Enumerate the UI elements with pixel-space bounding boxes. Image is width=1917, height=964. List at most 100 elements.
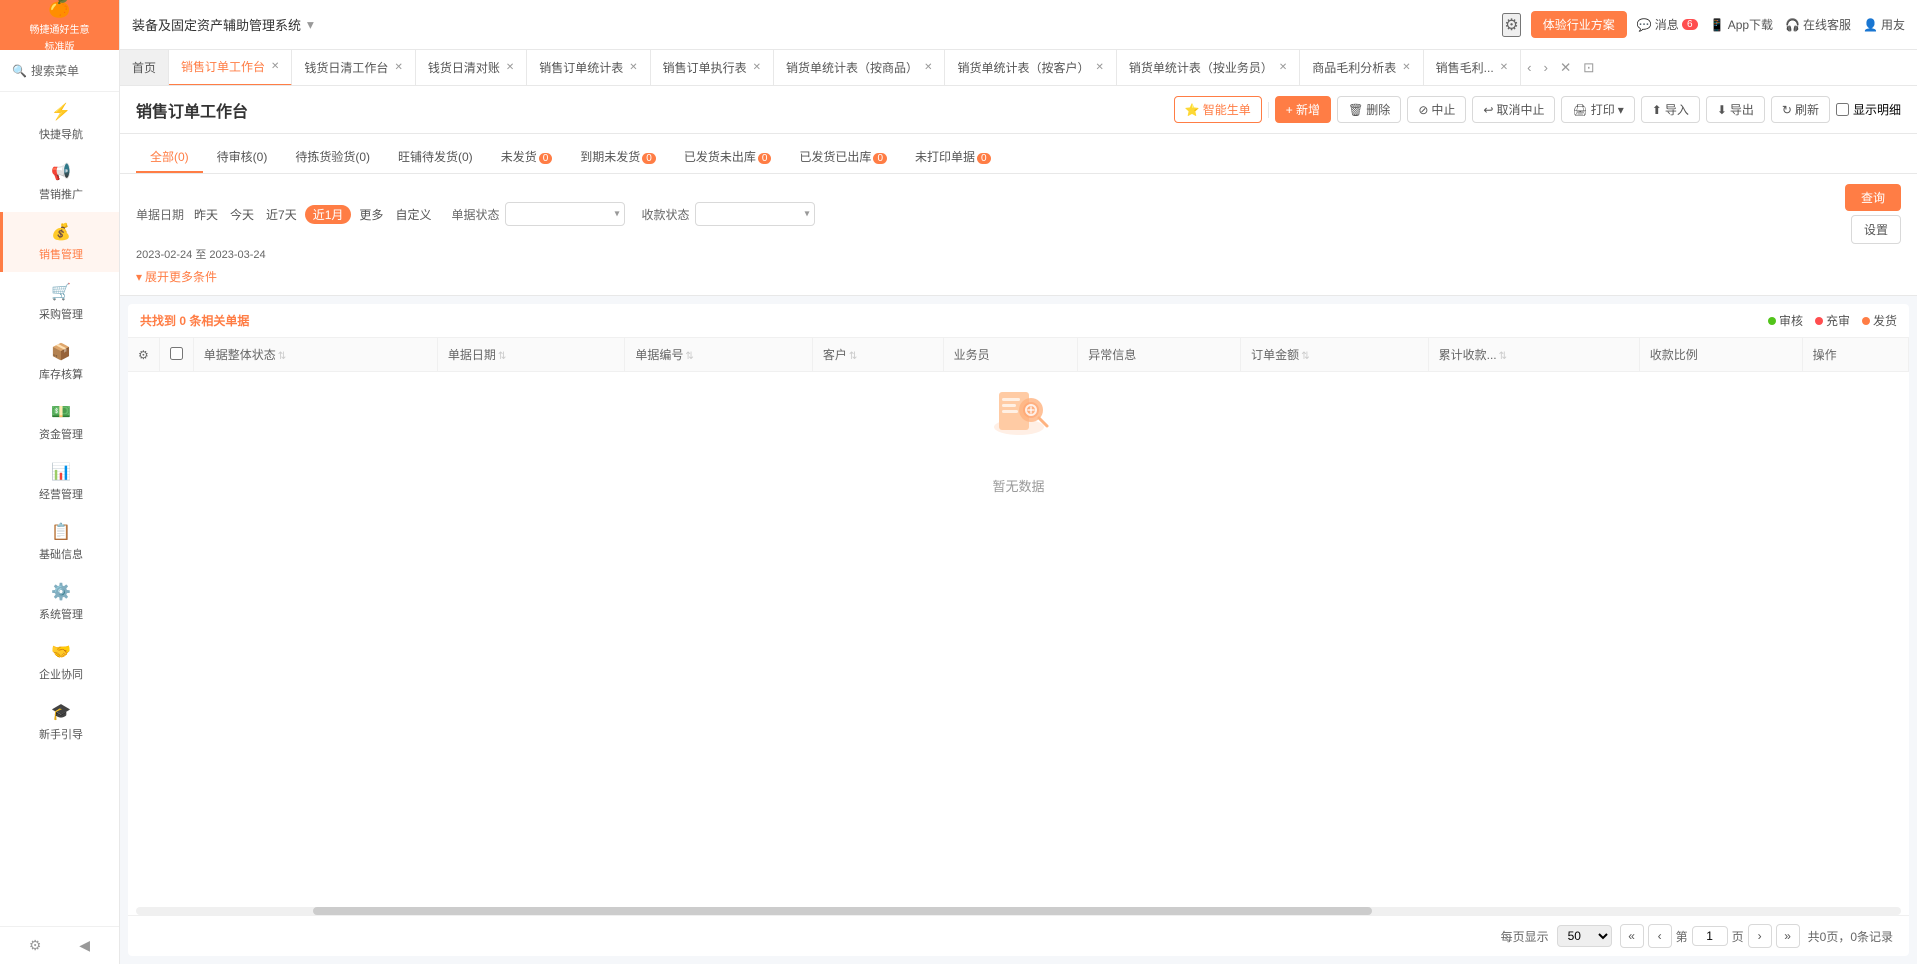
- tab-cash-clear[interactable]: 钱货日清工作台 ✕: [292, 50, 415, 86]
- sub-tab-pending-inspect[interactable]: 待拣货验货(0): [281, 142, 384, 173]
- user-menu-button[interactable]: 👤 用友: [1863, 16, 1905, 33]
- sidebar-item-purchase[interactable]: 🛒 采购管理: [0, 272, 119, 332]
- tab-close-button[interactable]: ✕: [1279, 62, 1287, 73]
- tab-cash-reconcile[interactable]: 钱货日清对账 ✕: [416, 50, 527, 86]
- sidebar-item-label: 销售管理: [39, 246, 83, 262]
- tab-sales-more[interactable]: 销售毛利... ✕: [1424, 50, 1521, 86]
- sidebar-item-system[interactable]: ⚙️ 系统管理: [0, 572, 119, 632]
- search-menu-button[interactable]: 🔍 搜索菜单: [8, 58, 111, 83]
- set-button[interactable]: 设置: [1851, 215, 1901, 244]
- tab-gross-profit[interactable]: 商品毛利分析表 ✕: [1300, 50, 1423, 86]
- page-header: 销售订单工作台 ⭐ 智能生单 + 新增 🗑 删除 ⊘ 中止 ↩: [120, 86, 1917, 134]
- sidebar-item-marketing[interactable]: 📢 营销推广: [0, 152, 119, 212]
- tab-label: 销售订单统计表: [539, 59, 623, 76]
- sub-tab-overdue[interactable]: 到期未发货0: [566, 142, 670, 173]
- unaudit-op-button[interactable]: 充审: [1815, 312, 1850, 329]
- prev-page-button[interactable]: ‹: [1648, 924, 1672, 948]
- print-button[interactable]: 🖨 打印 ▾: [1561, 96, 1634, 123]
- tab-nav-prev-button[interactable]: ‹: [1521, 50, 1537, 86]
- sort-icon: ⇅: [1499, 351, 1507, 362]
- refresh-button[interactable]: ↻ 刷新: [1771, 96, 1830, 123]
- tab-home[interactable]: 首页: [120, 50, 169, 86]
- tab-close-button[interactable]: ✕: [629, 62, 637, 73]
- add-button[interactable]: + 新增: [1275, 96, 1331, 123]
- col-status: 单据整体状态⇅: [193, 338, 437, 372]
- tab-close-button[interactable]: ✕: [1500, 62, 1508, 73]
- query-button[interactable]: 查询: [1845, 184, 1901, 211]
- tab-close-button[interactable]: ✕: [506, 62, 514, 73]
- status-select[interactable]: [505, 202, 625, 226]
- horizontal-scrollbar[interactable]: [136, 907, 1901, 915]
- tab-sales-sum-product[interactable]: 销货单统计表（按商品） ✕: [774, 50, 945, 86]
- payment-select[interactable]: [695, 202, 815, 226]
- sub-tab-all[interactable]: 全部(0): [136, 142, 203, 173]
- date-1month-btn[interactable]: 近1月: [305, 205, 352, 224]
- tab-close-button[interactable]: ✕: [1402, 62, 1410, 73]
- sub-tab-not-shipped[interactable]: 未发货0: [487, 142, 567, 173]
- show-detail-checkbox[interactable]: [1836, 103, 1849, 116]
- sidebar-collapse-button[interactable]: ◀: [79, 937, 90, 954]
- sidebar-item-inventory[interactable]: 📦 库存核算: [0, 332, 119, 392]
- tab-nav-next-button[interactable]: ›: [1538, 50, 1554, 86]
- tab-sales-exec[interactable]: 销售订单执行表 ✕: [651, 50, 774, 86]
- smart-order-button[interactable]: ⭐ 智能生单: [1174, 96, 1262, 123]
- filter-row-1: 单据日期 昨天 今天 近7天 近1月 更多 自定义 单据状态: [136, 184, 1901, 244]
- tab-sales-sum-customer[interactable]: 销货单统计表（按客户） ✕: [945, 50, 1116, 86]
- sub-tab-not-printed[interactable]: 未打印单据0: [901, 142, 1005, 173]
- expand-filter-button[interactable]: ▾ 展开更多条件: [136, 268, 217, 285]
- import-button[interactable]: ⬆ 导入: [1641, 96, 1700, 123]
- system-dropdown-button[interactable]: ▾: [307, 17, 314, 33]
- filter-expand-row: ▾ 展开更多条件: [136, 268, 1901, 285]
- header-settings-button[interactable]: ⚙: [1502, 13, 1520, 37]
- industry-plan-button[interactable]: 体验行业方案: [1531, 11, 1627, 38]
- col-date: 单据日期⇅: [437, 338, 624, 372]
- export-button[interactable]: ⬇ 导出: [1706, 96, 1765, 123]
- col-settings[interactable]: ⚙: [128, 338, 159, 372]
- export-icon: ⬇: [1717, 103, 1727, 117]
- app-download-button[interactable]: 📱 App下载: [1710, 16, 1773, 33]
- date-custom-btn[interactable]: 自定义: [391, 204, 435, 225]
- date-more-btn[interactable]: 更多: [355, 204, 387, 225]
- tab-sales-stat[interactable]: 销售订单统计表 ✕: [527, 50, 650, 86]
- online-service-button[interactable]: 🎧 在线客服: [1785, 16, 1851, 33]
- sidebar-item-guide[interactable]: 🎓 新手引导: [0, 692, 119, 752]
- tab-nav-close-all-button[interactable]: ✕: [1554, 50, 1577, 86]
- tab-nav-expand-button[interactable]: ⊡: [1577, 50, 1600, 86]
- sub-tab-shipped-not-stored[interactable]: 已发货未出库0: [670, 142, 786, 173]
- operation-icon: 📊: [51, 462, 71, 482]
- last-page-button[interactable]: »: [1776, 924, 1800, 948]
- tab-close-button[interactable]: ✕: [753, 62, 761, 73]
- sidebar-item-sales[interactable]: 💰 销售管理: [0, 212, 119, 272]
- page-input[interactable]: [1692, 926, 1728, 946]
- sidebar-item-basic[interactable]: 📋 基础信息: [0, 512, 119, 572]
- sub-tab-shipped-stored[interactable]: 已发货已出库0: [785, 142, 901, 173]
- tab-sales-sum-staff[interactable]: 销货单统计表（按业务员） ✕: [1117, 50, 1300, 86]
- tab-label: 销货单统计表（按客户）: [957, 59, 1089, 76]
- table-scroll-area[interactable]: ⚙ 单据整体状态⇅ 单据日期⇅ 单据编号⇅ 客户⇅ 业务员 异常信息 订单金额⇅: [128, 338, 1909, 907]
- sidebar-item-finance[interactable]: 💵 资金管理: [0, 392, 119, 452]
- message-button[interactable]: 💬 消息 6: [1637, 16, 1698, 33]
- tab-close-button[interactable]: ✕: [924, 62, 932, 73]
- sub-tab-wangpu[interactable]: 旺铺待发货(0): [384, 142, 487, 173]
- sidebar-settings-button[interactable]: ⚙: [29, 937, 42, 954]
- per-page-select[interactable]: 50 10 20 100: [1557, 925, 1612, 947]
- next-page-button[interactable]: ›: [1748, 924, 1772, 948]
- tab-sales-order[interactable]: 销售订单工作台 ✕: [169, 50, 292, 86]
- delete-button[interactable]: 🗑 删除: [1337, 96, 1401, 123]
- select-all-checkbox[interactable]: [170, 347, 183, 360]
- stop-button[interactable]: ⊘ 中止: [1407, 96, 1466, 123]
- sidebar-item-operation[interactable]: 📊 经营管理: [0, 452, 119, 512]
- date-7days-btn[interactable]: 近7天: [262, 204, 301, 225]
- sidebar-item-quick-nav[interactable]: ⚡ 快捷导航: [0, 92, 119, 152]
- tab-close-button[interactable]: ✕: [271, 61, 279, 72]
- tab-close-button[interactable]: ✕: [394, 62, 402, 73]
- audit-op-button[interactable]: 审核: [1768, 312, 1803, 329]
- sub-tab-pending-audit[interactable]: 待审核(0): [203, 142, 282, 173]
- sidebar-item-corp[interactable]: 🤝 企业协同: [0, 632, 119, 692]
- ship-op-button[interactable]: 发货: [1862, 312, 1897, 329]
- date-yesterday-btn[interactable]: 昨天: [190, 204, 222, 225]
- cancel-stop-button[interactable]: ↩ 取消中止: [1472, 96, 1555, 123]
- first-page-button[interactable]: «: [1620, 924, 1644, 948]
- tab-close-button[interactable]: ✕: [1095, 62, 1103, 73]
- date-today-btn[interactable]: 今天: [226, 204, 258, 225]
